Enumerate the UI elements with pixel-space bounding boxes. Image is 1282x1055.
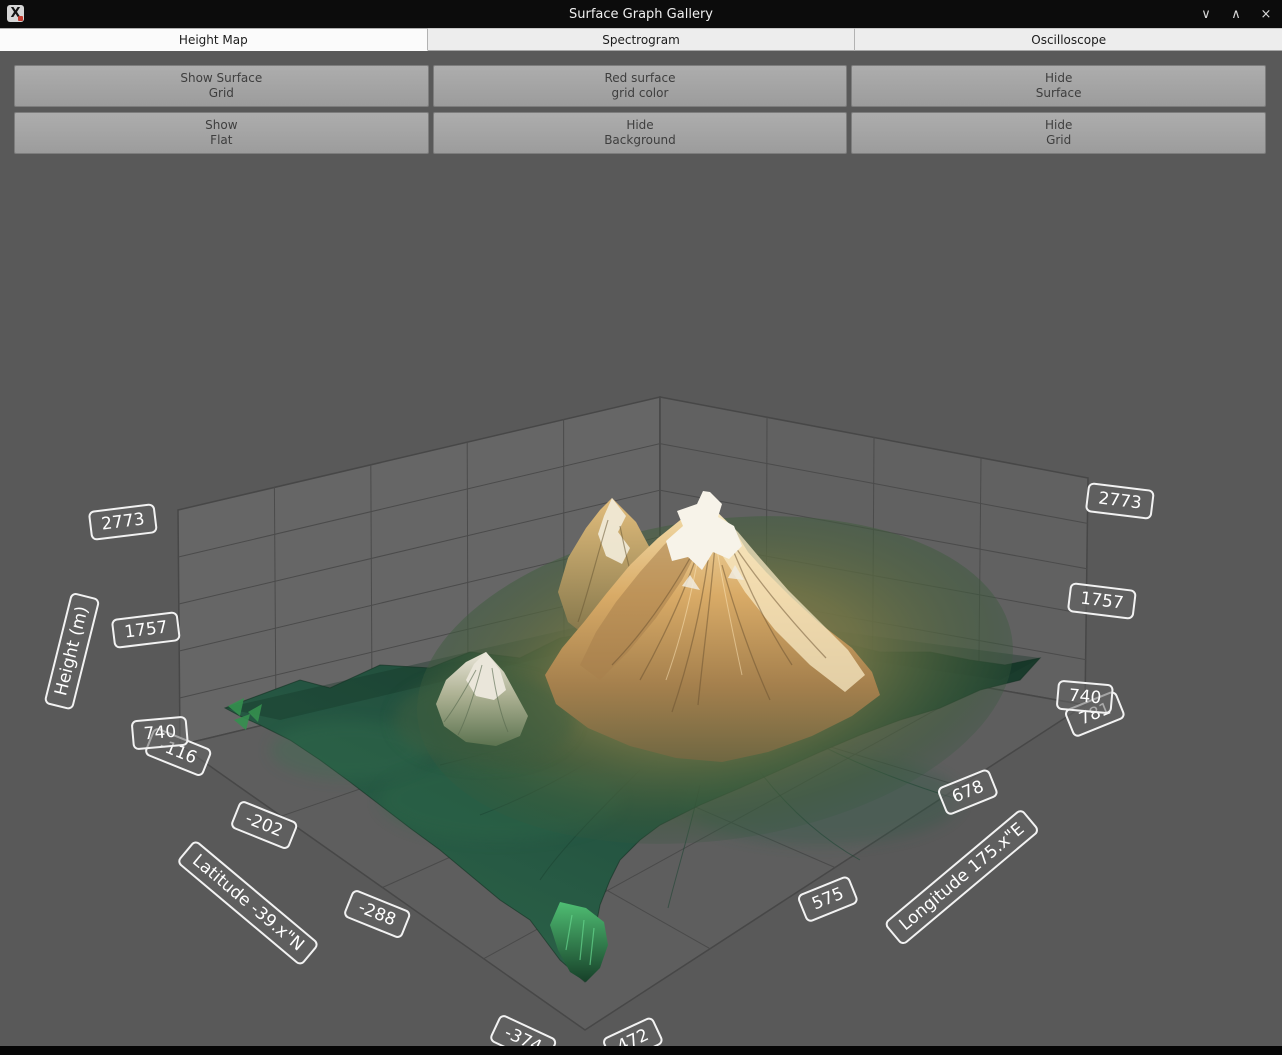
controls-toolbar: Show Surface Grid Red surface grid color… [14, 65, 1266, 154]
show-flat-button[interactable]: Show Flat [14, 112, 429, 154]
button-label-line: Hide [1045, 118, 1072, 133]
height-axis-tick-label: 740 [1056, 680, 1115, 715]
window-titlebar[interactable]: X Surface Graph Gallery ∨ ∧ × [0, 0, 1282, 28]
toggle-surface-grid-button[interactable]: Show Surface Grid [14, 65, 429, 107]
button-label-line: Surface [1036, 86, 1082, 101]
button-label-line: grid color [612, 86, 669, 101]
button-label-line: Hide [626, 118, 653, 133]
surface-grid-color-button[interactable]: Red surface grid color [433, 65, 848, 107]
window-bottom-edge [0, 1046, 1282, 1055]
height-axis-tick-label: 740 [131, 716, 190, 751]
shade-button[interactable]: ∨ [1196, 3, 1216, 25]
close-button[interactable]: × [1256, 3, 1276, 25]
tab-bar: Height Map Spectrogram Oscilloscope [0, 28, 1282, 51]
window-title: Surface Graph Gallery [0, 0, 1282, 28]
button-label-line: Grid [209, 86, 234, 101]
tab-spectrogram[interactable]: Spectrogram [428, 28, 856, 51]
hide-grid-button[interactable]: Hide Grid [851, 112, 1266, 154]
plot-area: -116 -202 -288 -374 781 678 575 472 2773… [0, 160, 1282, 1047]
button-label-line: Background [604, 133, 676, 148]
tab-height-map[interactable]: Height Map [0, 28, 428, 51]
button-label-line: Hide [1045, 71, 1072, 86]
hide-background-button[interactable]: Hide Background [433, 112, 848, 154]
hide-surface-button[interactable]: Hide Surface [851, 65, 1266, 107]
button-label-line: Flat [210, 133, 232, 148]
window-controls: ∨ ∧ × [1196, 0, 1276, 28]
maximize-button[interactable]: ∧ [1226, 3, 1246, 25]
tab-oscilloscope[interactable]: Oscilloscope [855, 28, 1282, 51]
button-label-line: Show [205, 118, 237, 133]
button-label-line: Grid [1046, 133, 1071, 148]
app-icon: X [7, 5, 24, 22]
button-label-line: Show Surface [180, 71, 262, 86]
button-label-line: Red surface [605, 71, 676, 86]
